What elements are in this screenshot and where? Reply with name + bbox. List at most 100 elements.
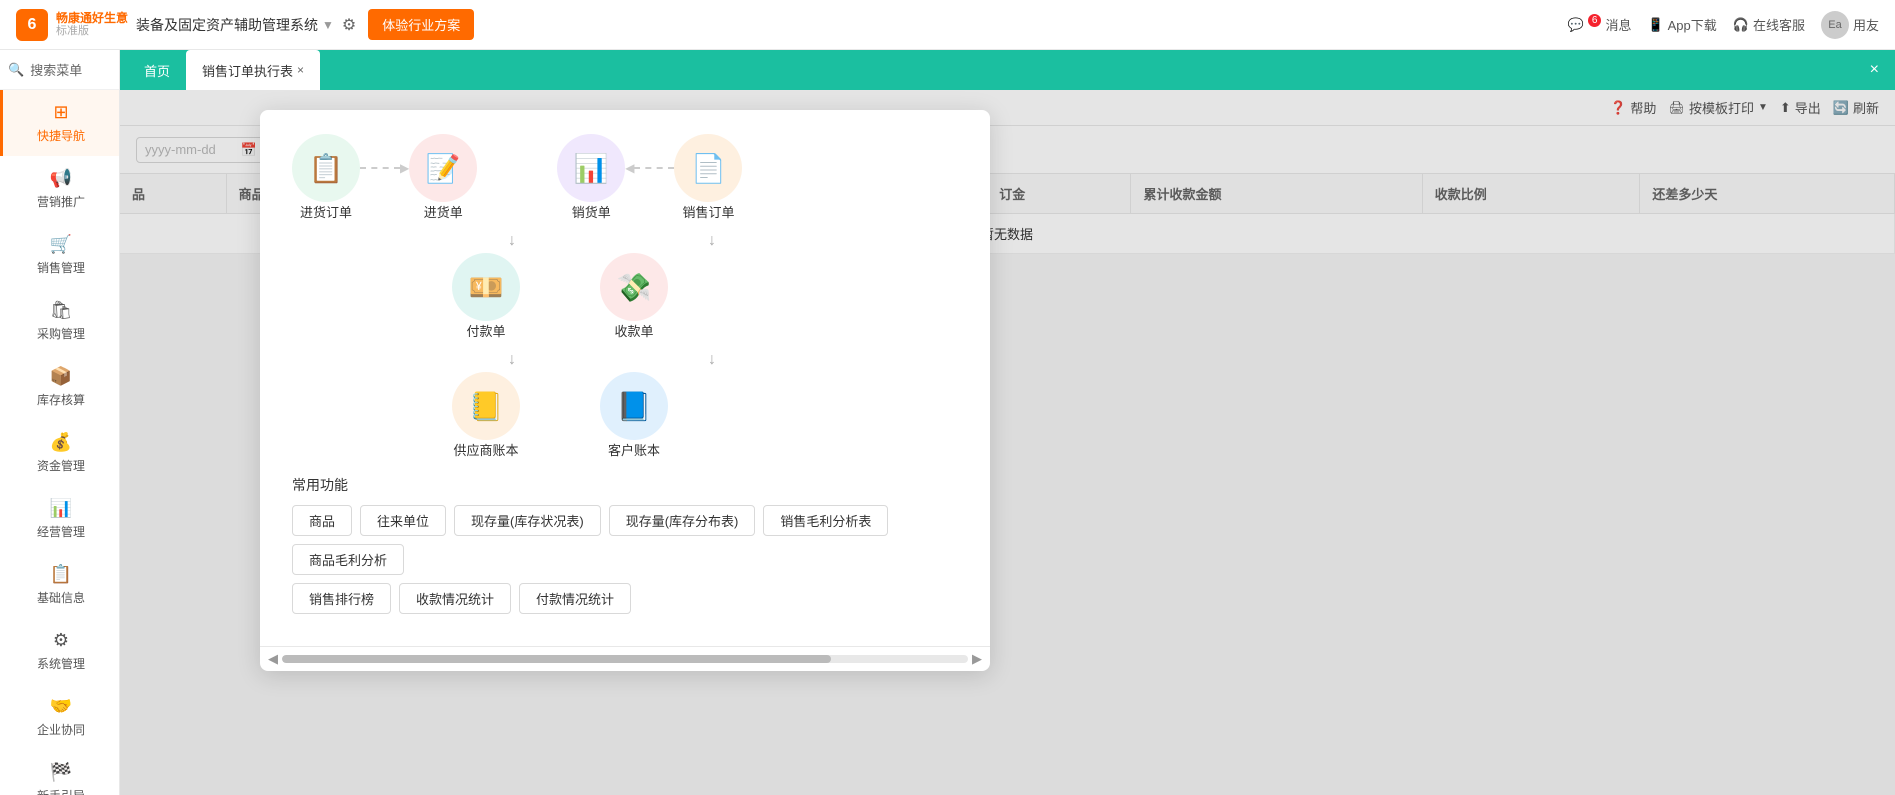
- sidebar-item-guide[interactable]: 🏁 新手引导: [0, 750, 119, 795]
- gear-icon[interactable]: ⚙: [342, 15, 356, 35]
- payment-icon: 💴: [469, 271, 504, 304]
- receipt-icon: 💸: [617, 271, 652, 304]
- marketing-icon: 📢: [50, 168, 72, 189]
- online-service-action[interactable]: 🎧 在线客服: [1733, 15, 1805, 34]
- common-functions-title: 常用功能: [292, 475, 958, 495]
- flow-node-sales-order[interactable]: 📄 销售订单: [674, 134, 742, 221]
- top-header: 6 畅康通好生意 标准版 装备及固定资产辅助管理系统 ▼ ⚙ 体验行业方案 💬 …: [0, 0, 1895, 50]
- common-functions: 常用功能 商品 往来单位 现存量(库存状况表) 现存量(库存分布表) 销售毛利分…: [292, 475, 958, 614]
- system-icon: ⚙: [53, 630, 69, 651]
- purchase-icon: 📝: [426, 152, 461, 185]
- flow-node-sales[interactable]: 📊 销货单: [557, 134, 625, 221]
- func-btn-product-profit[interactable]: 商品毛利分析: [292, 544, 404, 575]
- sidebar-item-purchase[interactable]: 🛍 采购管理: [0, 288, 119, 354]
- supplier-account-label: 供应商账本: [453, 440, 518, 459]
- app-logo-icon: 6: [16, 9, 48, 41]
- basicinfo-icon: 📋: [50, 564, 72, 585]
- sidebar-item-operations[interactable]: 📊 经营管理: [0, 486, 119, 552]
- sales-circle: 📊: [557, 134, 625, 202]
- flow-gap: [477, 168, 557, 188]
- flow-node-customer-account[interactable]: 📘 客户账本: [600, 372, 668, 459]
- flow-row-3: 📒 供应商账本 📘 客户账本: [292, 372, 958, 459]
- flow-row-1: 📋 进货订单 ▶: [292, 134, 958, 221]
- tab-bar-close-icon[interactable]: ×: [1862, 61, 1887, 79]
- modal-overlay: 📋 进货订单 ▶: [120, 90, 1895, 795]
- purchase-order-label: 进货订单: [300, 202, 352, 221]
- arrow-sales-order-to-sales: ◀: [625, 161, 674, 195]
- receipt-circle: 💸: [600, 253, 668, 321]
- flow-node-payment[interactable]: 💴 付款单: [452, 253, 520, 340]
- system-title[interactable]: 装备及固定资产辅助管理系统 ▼: [136, 15, 334, 35]
- main-layout: 🔍 搜索菜单 ⊞ 快捷导航 📢 营销推广 🛒 销售管理 🛍 采购管理 📦 库存核…: [0, 50, 1895, 795]
- payment-label: 付款单: [466, 321, 505, 340]
- operations-icon: 📊: [50, 498, 72, 519]
- sidebar-item-basic-info[interactable]: 📋 基础信息: [0, 552, 119, 618]
- purchase-icon: 🛍: [50, 300, 73, 321]
- flow-node-purchase-order[interactable]: 📋 进货订单: [292, 134, 360, 221]
- sidebar-search[interactable]: 🔍 搜索菜单: [0, 50, 119, 90]
- purchase-circle: 📝: [409, 134, 477, 202]
- tab-close-icon[interactable]: ×: [297, 63, 304, 77]
- flow-diagram: 📋 进货订单 ▶: [292, 134, 958, 459]
- flow-node-purchase[interactable]: 📝 进货单: [409, 134, 477, 221]
- sidebar-item-finance[interactable]: 💰 资金管理: [0, 420, 119, 486]
- sales-order-label: 销售订单: [682, 202, 734, 221]
- func-btn-sales-profit[interactable]: 销售毛利分析表: [763, 505, 888, 536]
- scroll-right-icon[interactable]: ▶: [972, 651, 982, 667]
- down-arrow-payment: ↓: [452, 352, 572, 368]
- sales-icon: 🛒: [50, 234, 72, 255]
- header-right: 💬 6 消息 📱 App下载 🎧 在线客服 Ea 用友: [1568, 11, 1879, 39]
- modal-popup: 📋 进货订单 ▶: [260, 110, 990, 671]
- guide-icon: 🏁: [50, 762, 72, 783]
- app-download-action[interactable]: 📱 App下载: [1647, 15, 1716, 34]
- sales-label: 销货单: [572, 202, 611, 221]
- tab-home[interactable]: 首页: [128, 50, 186, 90]
- trial-button[interactable]: 体验行业方案: [368, 9, 474, 40]
- grid-icon: ⊞: [53, 102, 68, 123]
- func-btn-sales-ranking[interactable]: 销售排行榜: [292, 583, 391, 614]
- search-icon: 🔍: [8, 62, 24, 78]
- down-arrow-purchase: ↓: [452, 233, 572, 249]
- scroll-left-icon[interactable]: ◀: [268, 651, 278, 667]
- supplier-account-icon: 📒: [469, 390, 504, 423]
- dropdown-icon: ▼: [322, 18, 334, 32]
- modal-body: 📋 进货订单 ▶: [260, 110, 990, 646]
- sidebar-item-sales[interactable]: 🛒 销售管理: [0, 222, 119, 288]
- customer-account-icon: 📘: [617, 390, 652, 423]
- func-buttons-row1: 商品 往来单位 现存量(库存状况表) 现存量(库存分布表) 销售毛利分析表 商品…: [292, 505, 958, 575]
- func-btn-partner[interactable]: 往来单位: [360, 505, 446, 536]
- logo-text: 畅康通好生意 标准版: [56, 11, 128, 39]
- cooperation-icon: 🤝: [50, 696, 72, 717]
- spacer2: [412, 233, 452, 249]
- phone-icon: 📱: [1647, 17, 1663, 33]
- sidebar: 🔍 搜索菜单 ⊞ 快捷导航 📢 营销推广 🛒 销售管理 🛍 采购管理 📦 库存核…: [0, 50, 120, 795]
- logo-area: 6 畅康通好生意 标准版: [16, 9, 136, 41]
- func-buttons-row2: 销售排行榜 收款情况统计 付款情况统计: [292, 583, 958, 614]
- flow-arrows-down-2: ↓ ↓: [292, 352, 958, 368]
- modal-scrollbar: ◀ ▶: [260, 646, 990, 671]
- sidebar-item-cooperation[interactable]: 🤝 企业协同: [0, 684, 119, 750]
- down-arrow-receipt: ↓: [652, 352, 772, 368]
- flow-arrows-down-1: ↓ ↓: [292, 233, 958, 249]
- flow-node-receipt[interactable]: 💸 收款单: [600, 253, 668, 340]
- tab-sales-order-exec[interactable]: 销售订单执行表 ×: [186, 50, 320, 90]
- func-btn-receipt-stats[interactable]: 收款情况统计: [399, 583, 511, 614]
- flow-node-supplier-account[interactable]: 📒 供应商账本: [452, 372, 520, 459]
- sidebar-item-marketing[interactable]: 📢 营销推广: [0, 156, 119, 222]
- sales-order-icon: 📄: [691, 152, 726, 185]
- message-action[interactable]: 💬 6 消息: [1568, 15, 1632, 34]
- sidebar-item-system[interactable]: ⚙ 系统管理: [0, 618, 119, 684]
- spacer1: [292, 233, 412, 249]
- sidebar-item-quick-nav[interactable]: ⊞ 快捷导航: [0, 90, 119, 156]
- func-btn-product[interactable]: 商品: [292, 505, 352, 536]
- message-icon: 💬: [1568, 17, 1584, 33]
- func-btn-payment-stats[interactable]: 付款情况统计: [519, 583, 631, 614]
- inventory-icon: 📦: [50, 366, 72, 387]
- purchase-order-circle: 📋: [292, 134, 360, 202]
- spacer7: [292, 352, 412, 368]
- func-btn-stock-status[interactable]: 现存量(库存状况表): [454, 505, 601, 536]
- user-area[interactable]: Ea 用友: [1821, 11, 1879, 39]
- sidebar-item-inventory[interactable]: 📦 库存核算: [0, 354, 119, 420]
- tab-bar: 首页 销售订单执行表 × ×: [120, 50, 1895, 90]
- func-btn-stock-dist[interactable]: 现存量(库存分布表): [609, 505, 756, 536]
